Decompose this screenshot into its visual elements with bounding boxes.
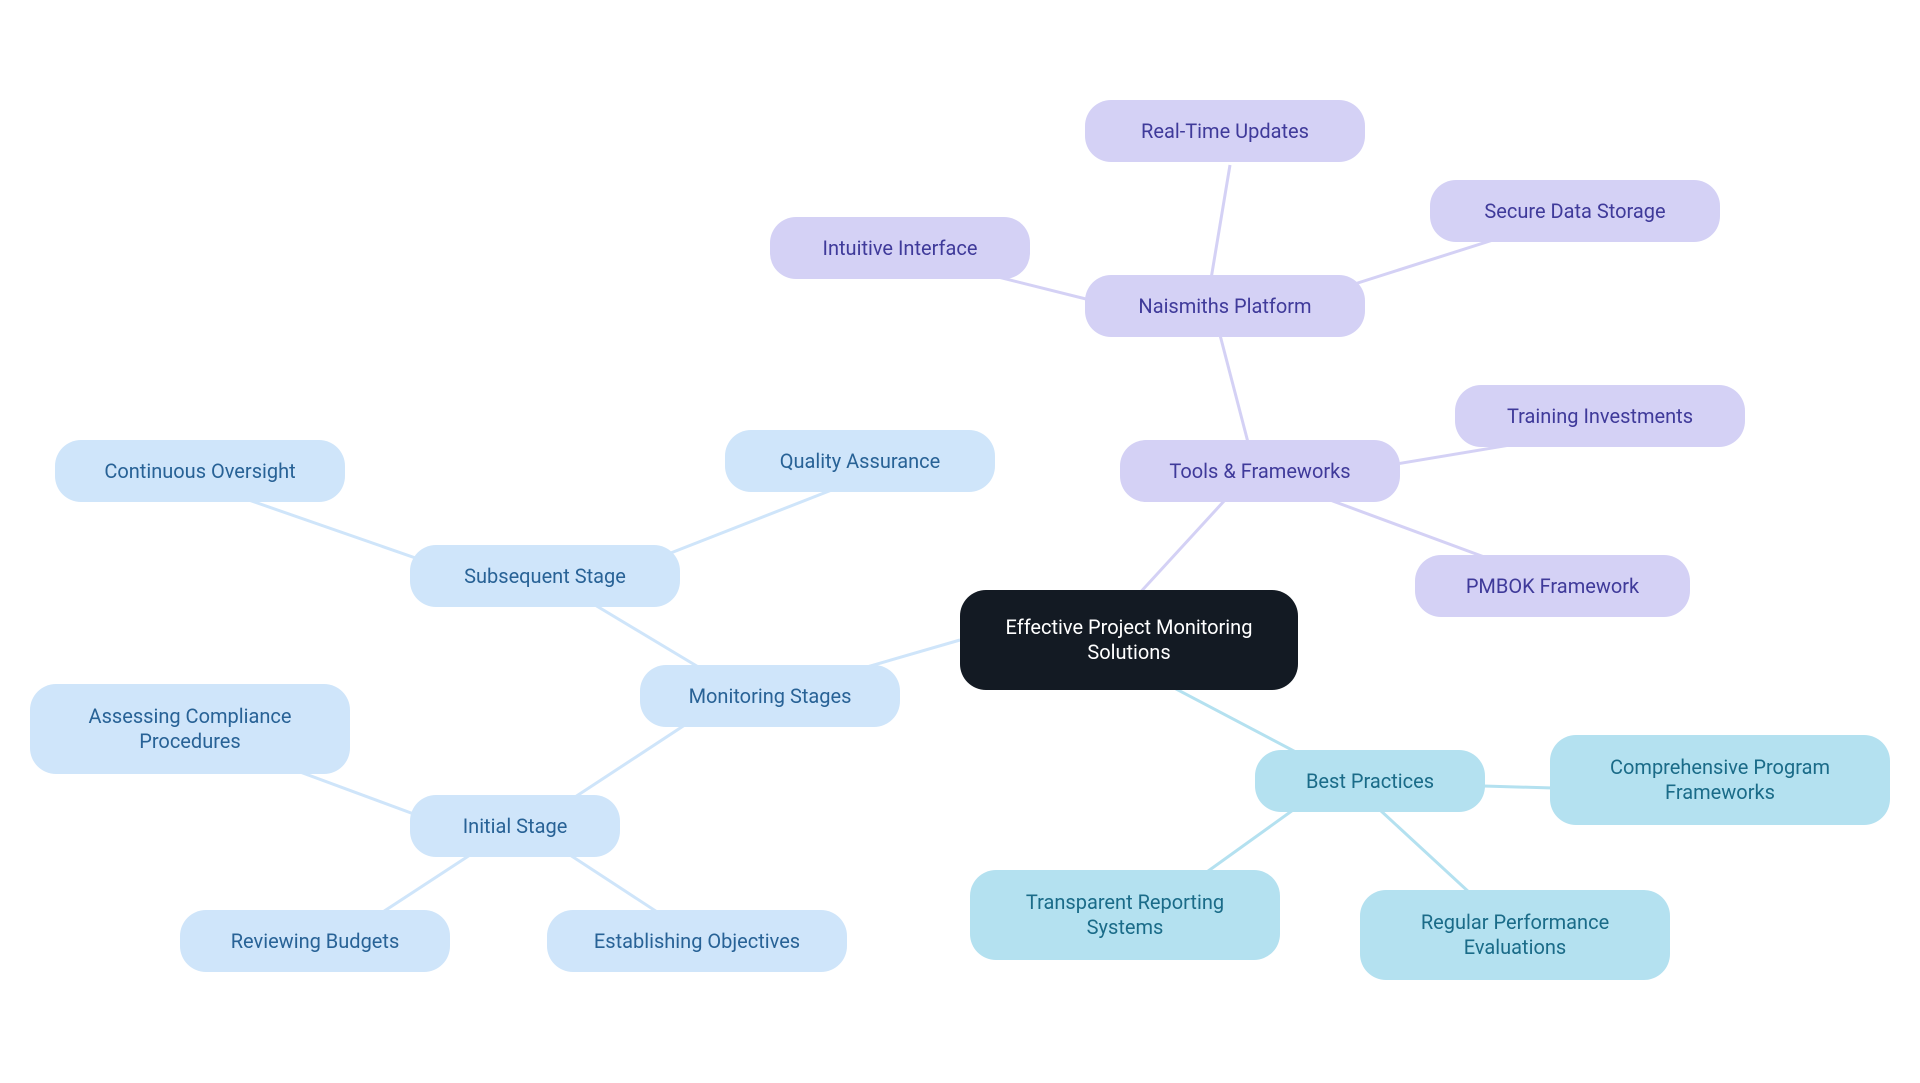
- node-monitoring-stages[interactable]: Monitoring Stages: [640, 665, 900, 727]
- label: Assessing Compliance Procedures: [52, 704, 328, 754]
- node-naismiths-platform[interactable]: Naismiths Platform: [1085, 275, 1365, 337]
- label: Regular Performance Evaluations: [1382, 910, 1648, 960]
- node-continuous-oversight[interactable]: Continuous Oversight: [55, 440, 345, 502]
- node-assessing-compliance[interactable]: Assessing Compliance Procedures: [30, 684, 350, 774]
- label: Reviewing Budgets: [231, 929, 400, 954]
- label: Secure Data Storage: [1484, 199, 1665, 224]
- label: Real-Time Updates: [1141, 119, 1309, 144]
- label: Tools & Frameworks: [1169, 459, 1350, 484]
- node-subsequent-stage[interactable]: Subsequent Stage: [410, 545, 680, 607]
- node-establishing-objectives[interactable]: Establishing Objectives: [547, 910, 847, 972]
- node-tools-frameworks[interactable]: Tools & Frameworks: [1120, 440, 1400, 502]
- mindmap-canvas: Effective Project Monitoring Solutions M…: [0, 0, 1920, 1083]
- label: Transparent Reporting Systems: [992, 890, 1258, 940]
- label: Naismiths Platform: [1138, 294, 1311, 319]
- label: Initial Stage: [463, 814, 568, 839]
- node-regular-evaluations[interactable]: Regular Performance Evaluations: [1360, 890, 1670, 980]
- label: Intuitive Interface: [823, 236, 978, 261]
- root-node[interactable]: Effective Project Monitoring Solutions: [960, 590, 1298, 690]
- node-best-practices[interactable]: Best Practices: [1255, 750, 1485, 812]
- node-reviewing-budgets[interactable]: Reviewing Budgets: [180, 910, 450, 972]
- label: Comprehensive Program Frameworks: [1572, 755, 1868, 805]
- label: Training Investments: [1507, 404, 1693, 429]
- label: Best Practices: [1306, 769, 1434, 794]
- label: Quality Assurance: [780, 449, 940, 474]
- label: PMBOK Framework: [1466, 574, 1639, 599]
- node-intuitive-interface[interactable]: Intuitive Interface: [770, 217, 1030, 279]
- node-transparent-reporting[interactable]: Transparent Reporting Systems: [970, 870, 1280, 960]
- node-secure-data-storage[interactable]: Secure Data Storage: [1430, 180, 1720, 242]
- node-quality-assurance[interactable]: Quality Assurance: [725, 430, 995, 492]
- label: Subsequent Stage: [464, 564, 626, 589]
- root-label: Effective Project Monitoring Solutions: [982, 615, 1276, 665]
- node-comprehensive-frameworks[interactable]: Comprehensive Program Frameworks: [1550, 735, 1890, 825]
- label: Monitoring Stages: [689, 684, 852, 709]
- node-initial-stage[interactable]: Initial Stage: [410, 795, 620, 857]
- node-training-investments[interactable]: Training Investments: [1455, 385, 1745, 447]
- node-pmbok-framework[interactable]: PMBOK Framework: [1415, 555, 1690, 617]
- label: Establishing Objectives: [594, 929, 800, 954]
- label: Continuous Oversight: [104, 459, 295, 484]
- node-realtime-updates[interactable]: Real-Time Updates: [1085, 100, 1365, 162]
